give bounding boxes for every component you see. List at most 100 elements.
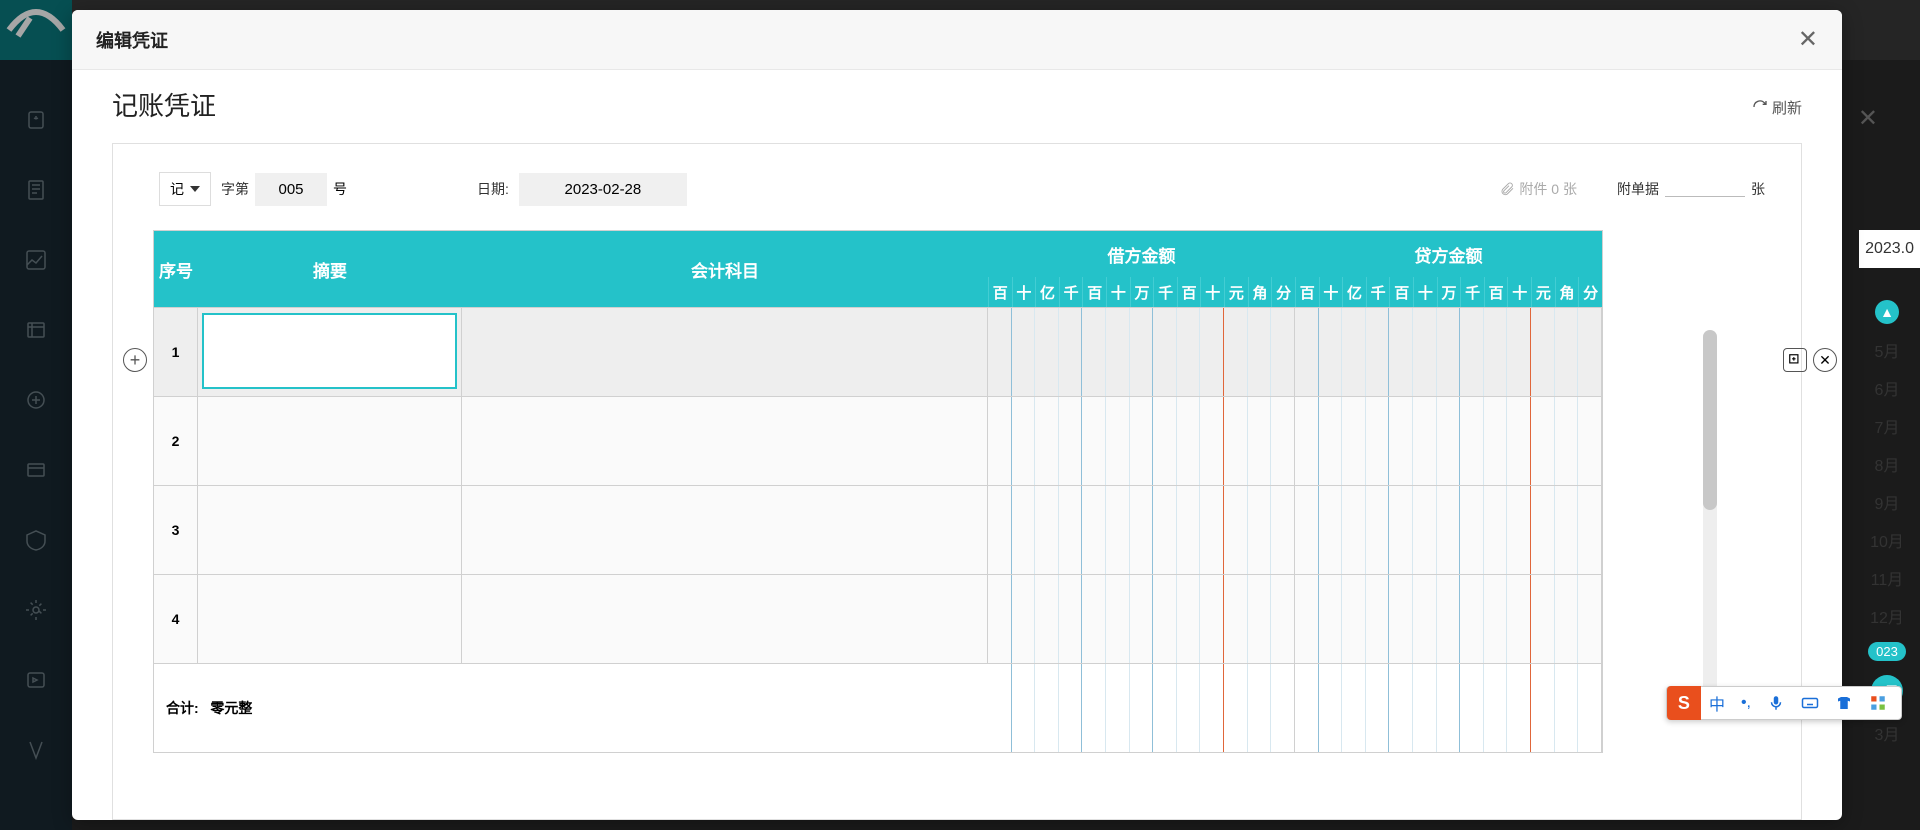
document-title: 记账凭证 bbox=[112, 86, 216, 123]
chevron-down-icon bbox=[190, 186, 200, 192]
summary-cell[interactable] bbox=[198, 574, 462, 663]
period-display: 2023.0 bbox=[1859, 230, 1920, 268]
digit-header: 百 bbox=[988, 277, 1012, 307]
refresh-label: 刷新 bbox=[1772, 97, 1802, 118]
digit-header: 千 bbox=[1366, 277, 1390, 307]
digit-header: 万 bbox=[1437, 277, 1461, 307]
digit-header: 百 bbox=[1082, 277, 1106, 307]
scroll-top-icon[interactable]: ▲ bbox=[1875, 300, 1899, 324]
voucher-modal: 编辑凭证 ✕ 记账凭证 刷新 记 字第 号 日期: bbox=[72, 10, 1842, 820]
digit-header: 十 bbox=[1012, 277, 1036, 307]
fudan-label: 附单据 bbox=[1617, 179, 1659, 199]
delete-row-button[interactable]: ✕ bbox=[1813, 348, 1837, 372]
debit-cell[interactable] bbox=[988, 485, 1295, 574]
attachment-link[interactable]: 附件 0 张 bbox=[1499, 179, 1577, 199]
row-index: 4 bbox=[154, 574, 198, 663]
col-summary: 摘要 bbox=[198, 231, 462, 307]
voucher-type-label: 记 bbox=[170, 179, 184, 199]
summary-cell[interactable] bbox=[198, 307, 462, 396]
voucher-number-input[interactable] bbox=[255, 173, 327, 206]
total-credit bbox=[1295, 663, 1602, 752]
ime-skin-icon[interactable] bbox=[1827, 694, 1861, 712]
month-item[interactable]: 7月 bbox=[1875, 414, 1900, 438]
ime-keyboard-icon[interactable] bbox=[1793, 694, 1827, 712]
month-item[interactable]: 12月 bbox=[1870, 604, 1904, 628]
scrollbar-thumb[interactable] bbox=[1703, 330, 1717, 510]
credit-cell[interactable] bbox=[1295, 485, 1602, 574]
total-label: 合计: bbox=[166, 700, 199, 716]
month-item[interactable]: 10月 bbox=[1870, 528, 1904, 552]
ime-toolbar[interactable]: S 中 •, bbox=[1666, 686, 1902, 720]
row-tools: ✕ bbox=[1783, 348, 1837, 372]
digit-header: 元 bbox=[1531, 277, 1555, 307]
month-item[interactable]: 8月 bbox=[1875, 452, 1900, 476]
table-row[interactable]: 2 bbox=[154, 396, 1602, 485]
fudan-unit: 张 bbox=[1751, 179, 1765, 199]
row-index: 3 bbox=[154, 485, 198, 574]
digit-header: 百 bbox=[1389, 277, 1413, 307]
digit-header: 千 bbox=[1153, 277, 1177, 307]
close-icon[interactable]: ✕ bbox=[1798, 28, 1818, 52]
digit-header: 百 bbox=[1177, 277, 1201, 307]
modal-title: 编辑凭证 bbox=[96, 27, 168, 53]
digit-header: 分 bbox=[1271, 277, 1295, 307]
col-account: 会计科目 bbox=[462, 231, 988, 307]
insert-row-button[interactable] bbox=[1783, 348, 1807, 372]
refresh-button[interactable]: 刷新 bbox=[1752, 97, 1802, 118]
year-badge[interactable]: 023 bbox=[1868, 642, 1906, 661]
digit-header: 十 bbox=[1413, 277, 1437, 307]
table-row[interactable]: 1 bbox=[154, 307, 1602, 396]
ime-lang[interactable]: 中 bbox=[1701, 691, 1733, 715]
col-index: 序号 bbox=[154, 231, 198, 307]
ime-punct-icon[interactable]: •, bbox=[1733, 694, 1759, 712]
account-cell[interactable] bbox=[462, 307, 988, 396]
panel-close-icon[interactable]: ✕ bbox=[1858, 104, 1878, 133]
total-row: 合计: 零元整 bbox=[154, 663, 988, 752]
account-cell[interactable] bbox=[462, 485, 988, 574]
month-item[interactable]: 9月 bbox=[1875, 490, 1900, 514]
total-debit bbox=[988, 663, 1295, 752]
debit-cell[interactable] bbox=[988, 396, 1295, 485]
date-input[interactable] bbox=[519, 173, 687, 206]
debit-cell[interactable] bbox=[988, 574, 1295, 663]
month-item[interactable]: 11月 bbox=[1871, 566, 1904, 590]
digit-header: 角 bbox=[1248, 277, 1272, 307]
add-row-button[interactable]: + bbox=[123, 348, 147, 372]
ime-logo-icon: S bbox=[1667, 686, 1701, 720]
voucher-table: 序号 摘要 会计科目 借方金额 贷方金额 百十亿千百十万千百十元角分百十亿千百十… bbox=[153, 230, 1603, 753]
zidi-label: 字第 bbox=[221, 179, 249, 199]
debit-cell[interactable] bbox=[988, 307, 1295, 396]
summary-cell[interactable] bbox=[198, 396, 462, 485]
month-item[interactable]: 5月 bbox=[1875, 338, 1900, 362]
credit-cell[interactable] bbox=[1295, 307, 1602, 396]
month-item[interactable]: 3月 bbox=[1875, 721, 1900, 745]
digit-header: 十 bbox=[1507, 277, 1531, 307]
attachment-label: 附件 0 张 bbox=[1519, 179, 1577, 199]
month-item[interactable]: 6月 bbox=[1875, 376, 1900, 400]
digit-header: 分 bbox=[1578, 277, 1602, 307]
account-cell[interactable] bbox=[462, 396, 988, 485]
digit-header: 元 bbox=[1224, 277, 1248, 307]
summary-input[interactable] bbox=[202, 313, 457, 389]
table-row[interactable]: 4 bbox=[154, 574, 1602, 663]
date-label: 日期: bbox=[477, 179, 509, 199]
digit-header: 千 bbox=[1460, 277, 1484, 307]
fudan-input[interactable] bbox=[1665, 181, 1745, 197]
month-selector: ▲ 5月 6月 7月 8月 9月 10月 11月 12月 023 2月 3月 bbox=[1854, 300, 1920, 745]
ime-menu-icon[interactable] bbox=[1861, 694, 1895, 712]
account-cell[interactable] bbox=[462, 574, 988, 663]
credit-cell[interactable] bbox=[1295, 396, 1602, 485]
ime-mic-icon[interactable] bbox=[1759, 694, 1793, 712]
refresh-icon bbox=[1752, 99, 1768, 115]
digit-header: 亿 bbox=[1035, 277, 1059, 307]
digit-header: 十 bbox=[1106, 277, 1130, 307]
voucher-type-select[interactable]: 记 bbox=[159, 172, 211, 206]
digit-header: 亿 bbox=[1342, 277, 1366, 307]
digit-header: 百 bbox=[1484, 277, 1508, 307]
vertical-scrollbar[interactable] bbox=[1703, 330, 1717, 710]
col-credit: 贷方金额 bbox=[1295, 231, 1602, 277]
digit-header: 十 bbox=[1319, 277, 1343, 307]
credit-cell[interactable] bbox=[1295, 574, 1602, 663]
table-row[interactable]: 3 bbox=[154, 485, 1602, 574]
summary-cell[interactable] bbox=[198, 485, 462, 574]
